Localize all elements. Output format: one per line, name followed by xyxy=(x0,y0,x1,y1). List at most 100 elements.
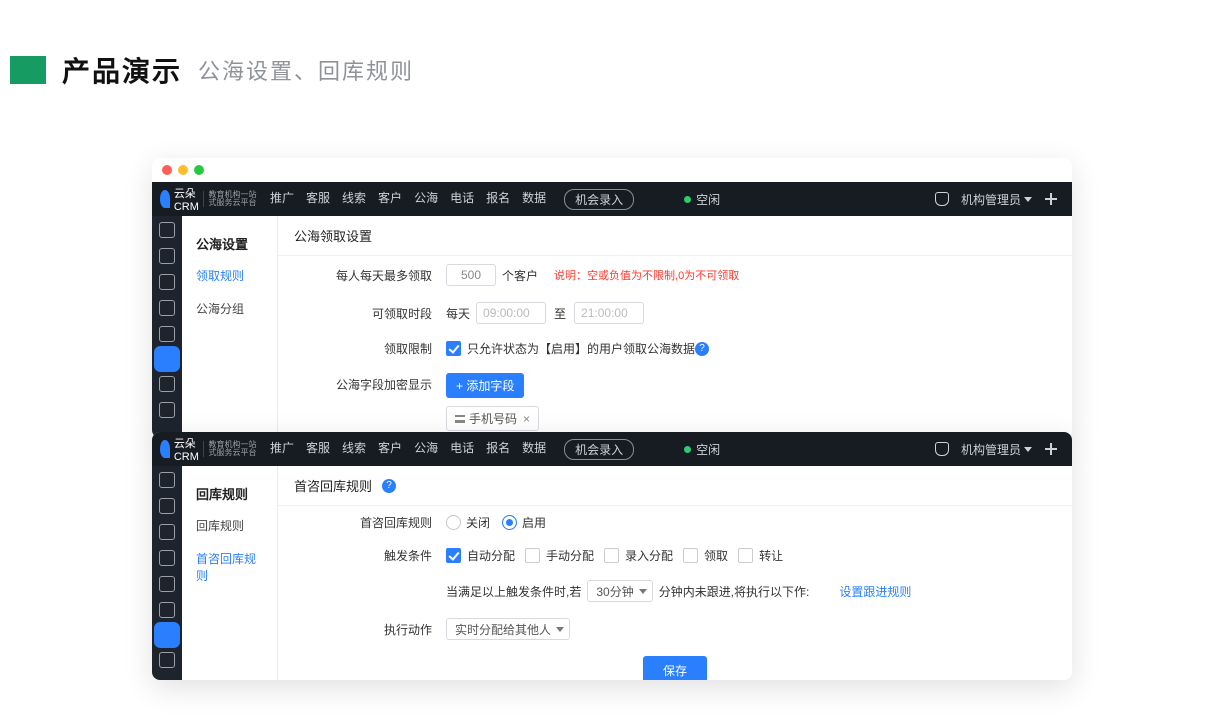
nav-xiansuo[interactable]: 线索 xyxy=(342,189,366,210)
user-name: 机构管理员 xyxy=(961,441,1021,458)
label-mask: 公海字段加密显示 xyxy=(296,373,446,393)
window-huiku-rules: 云朵CRM 教育机构一站 式服务云平台 推广 客服 线索 客户 公海 电话 报名… xyxy=(152,432,1072,680)
nav-kefu[interactable]: 客服 xyxy=(306,189,330,210)
opportunity-entry-button[interactable]: 机会录入 xyxy=(564,439,634,460)
agent-status[interactable]: 空闲 xyxy=(684,441,720,458)
radio-off[interactable] xyxy=(446,515,461,530)
sidebar-item-claim-rules[interactable]: 领取规则 xyxy=(182,259,277,292)
save-button[interactable]: 保存 xyxy=(643,656,707,680)
label-rule-toggle: 首咨回库规则 xyxy=(296,514,446,531)
sidebar-item-groups[interactable]: 公海分组 xyxy=(182,292,277,325)
select-minutes[interactable]: 30分钟 xyxy=(587,580,652,602)
rail-icon-6[interactable] xyxy=(159,602,175,618)
plus-icon[interactable] xyxy=(1044,442,1058,456)
nav-baoming[interactable]: 报名 xyxy=(486,439,510,460)
rail-icon-gonghai[interactable] xyxy=(160,352,174,366)
bell-icon[interactable] xyxy=(935,192,949,206)
rail-icon-3[interactable] xyxy=(159,524,175,540)
checkbox-claim[interactable] xyxy=(683,548,698,563)
agent-status[interactable]: 空闲 xyxy=(684,191,720,208)
checkbox-only-enabled[interactable] xyxy=(446,341,461,356)
cb-transfer-label: 转让 xyxy=(759,547,783,564)
rail-icon-8[interactable] xyxy=(159,402,175,418)
rail-icon-4[interactable] xyxy=(159,550,175,566)
chip-label: 手机号码 xyxy=(469,410,517,427)
topbar: 云朵CRM 教育机构一站 式服务云平台 推广 客服 线索 客户 公海 电话 报名… xyxy=(152,432,1072,466)
label-time-range: 可领取时段 xyxy=(296,305,446,322)
list-icon xyxy=(455,415,465,423)
sidebar: 公海设置 领取规则 公海分组 xyxy=(182,216,278,438)
sidebar-item-shouzi-huiku[interactable]: 首咨回库规则 xyxy=(182,542,277,592)
nav-gonghai[interactable]: 公海 xyxy=(414,189,438,210)
input-daily-limit[interactable] xyxy=(446,264,496,286)
content-area: 公海领取设置 每人每天最多领取 个客户 说明：空或负值为不限制,0为不可领取 可… xyxy=(278,216,1072,438)
opportunity-entry-button[interactable]: 机会录入 xyxy=(564,189,634,210)
bell-icon[interactable] xyxy=(935,442,949,456)
nav-dianhua[interactable]: 电话 xyxy=(450,189,474,210)
rail-icon-3[interactable] xyxy=(159,274,175,290)
sidebar-header: 公海设置 xyxy=(182,228,277,259)
content-area: 首咨回库规则 ? 首咨回库规则 关闭 启用 触发条件 自动分配 手动分配 录入分… xyxy=(278,466,1072,680)
nav-kehu[interactable]: 客户 xyxy=(378,439,402,460)
user-menu[interactable]: 机构管理员 xyxy=(961,441,1032,458)
nav-baoming[interactable]: 报名 xyxy=(486,189,510,210)
chip-remove-icon[interactable]: × xyxy=(523,412,530,426)
rail-icon-7[interactable] xyxy=(159,376,175,392)
select-action[interactable]: 实时分配给其他人 xyxy=(446,618,570,640)
nav-xiansuo[interactable]: 线索 xyxy=(342,439,366,460)
nav-shuju[interactable]: 数据 xyxy=(522,189,546,210)
brand-logo[interactable]: 云朵CRM 教育机构一站 式服务云平台 xyxy=(152,185,262,213)
radio-on-label: 启用 xyxy=(522,514,546,531)
rail-icon-2[interactable] xyxy=(159,248,175,264)
cloud-icon xyxy=(160,190,170,208)
plus-icon[interactable] xyxy=(1044,192,1058,206)
brand-logo[interactable]: 云朵CRM 教育机构一站 式服务云平台 xyxy=(152,435,262,463)
content-header: 首咨回库规则 ? xyxy=(278,466,1072,506)
nav-dianhua[interactable]: 电话 xyxy=(450,439,474,460)
add-field-button[interactable]: + 添加字段 xyxy=(446,373,524,398)
content-title: 公海领取设置 xyxy=(294,226,372,245)
label-restrict: 领取限制 xyxy=(296,340,446,357)
radio-off-label: 关闭 xyxy=(466,514,490,531)
rail-icon-1[interactable] xyxy=(159,222,175,238)
page-title: 产品演示 xyxy=(62,50,182,90)
close-dot[interactable] xyxy=(162,165,172,175)
nav-kefu[interactable]: 客服 xyxy=(306,439,330,460)
nav-kehu[interactable]: 客户 xyxy=(378,189,402,210)
select-minutes-value: 30分钟 xyxy=(596,583,633,600)
user-menu[interactable]: 机构管理员 xyxy=(961,191,1032,208)
min-dot[interactable] xyxy=(178,165,188,175)
rail-icon-5[interactable] xyxy=(159,576,175,592)
nav-gonghai[interactable]: 公海 xyxy=(414,439,438,460)
label-trigger: 触发条件 xyxy=(296,547,446,564)
chevron-down-icon xyxy=(1024,197,1032,202)
input-time-to[interactable] xyxy=(574,302,644,324)
brand-text: 云朵CRM xyxy=(174,185,200,213)
nav-tuiguang[interactable]: 推广 xyxy=(270,189,294,210)
chevron-down-icon xyxy=(556,627,564,632)
status-text: 空闲 xyxy=(696,441,720,458)
rail-icon-2[interactable] xyxy=(159,498,175,514)
checkbox-transfer[interactable] xyxy=(738,548,753,563)
help-icon[interactable]: ? xyxy=(382,479,396,493)
rail-icon-4[interactable] xyxy=(159,300,175,316)
checkbox-manual[interactable] xyxy=(525,548,540,563)
status-dot-icon xyxy=(684,446,691,453)
sidebar-item-huiku[interactable]: 回库规则 xyxy=(182,509,277,542)
rail-icon-8[interactable] xyxy=(159,652,175,668)
nav-shuju[interactable]: 数据 xyxy=(522,439,546,460)
restrict-text: 只允许状态为【启用】的用户领取公海数据 xyxy=(467,340,695,357)
radio-on[interactable] xyxy=(502,515,517,530)
rail-icon-1[interactable] xyxy=(159,472,175,488)
nav-tuiguang[interactable]: 推广 xyxy=(270,439,294,460)
input-time-from[interactable] xyxy=(476,302,546,324)
rail-icon-huiku[interactable] xyxy=(160,628,174,642)
link-set-followup-rule[interactable]: 设置跟进规则 xyxy=(839,583,911,600)
help-icon[interactable]: ? xyxy=(695,342,709,356)
rail-icon-5[interactable] xyxy=(159,326,175,342)
window-controls xyxy=(152,158,1072,182)
checkbox-import[interactable] xyxy=(604,548,619,563)
max-dot[interactable] xyxy=(194,165,204,175)
chip-phone: 手机号码 × xyxy=(446,406,539,431)
checkbox-auto[interactable] xyxy=(446,548,461,563)
